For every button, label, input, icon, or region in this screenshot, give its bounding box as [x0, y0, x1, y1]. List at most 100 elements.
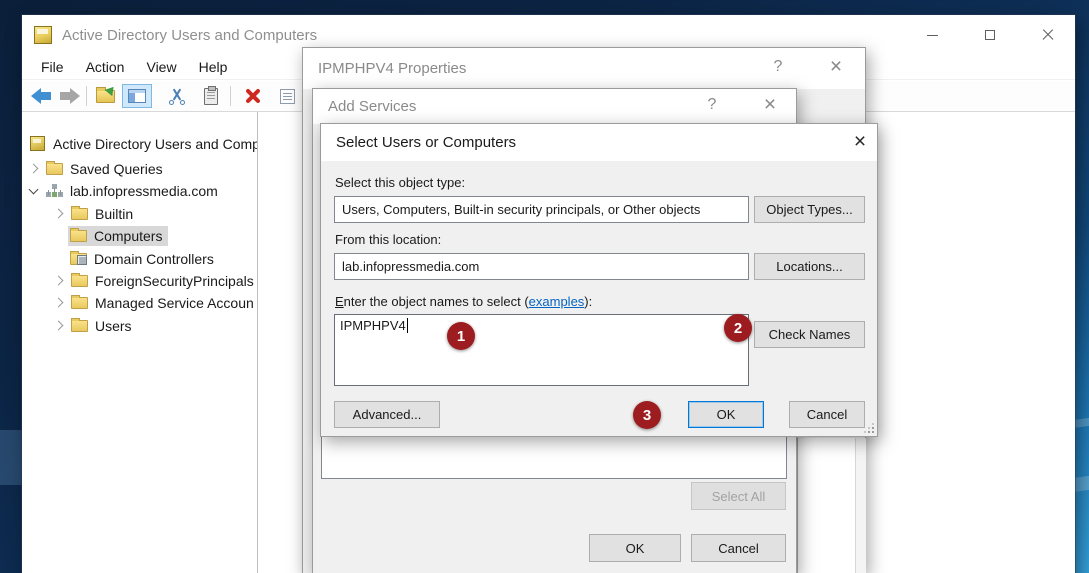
tree-label: lab.infopressmedia.com — [70, 182, 218, 199]
from-location-label: From this location: — [335, 232, 442, 247]
tree-item-users[interactable]: Users — [53, 315, 132, 336]
ok-button[interactable]: OK — [589, 534, 681, 562]
properties-list-button[interactable] — [274, 84, 300, 108]
tree-label: Builtin — [95, 205, 134, 222]
cancel-button[interactable]: Cancel — [789, 401, 865, 428]
menu-file[interactable]: File — [30, 59, 75, 75]
locations-button[interactable]: lab.infopressmedia.comLocations... — [754, 253, 865, 280]
up-folder-icon — [95, 83, 117, 103]
chevron-right-icon[interactable] — [28, 163, 39, 174]
folder-icon — [71, 272, 88, 287]
examples-link[interactable]: examples — [529, 294, 585, 309]
folder-icon — [46, 160, 63, 175]
console-app-icon — [34, 26, 52, 44]
properties-list-area — [797, 438, 855, 573]
toolbar-separator — [230, 86, 231, 106]
tree-label: Users — [95, 317, 132, 334]
resize-grip[interactable] — [865, 424, 874, 433]
paste-button[interactable] — [198, 84, 224, 108]
minimize-icon — [926, 34, 938, 36]
close-button[interactable]: × — [825, 56, 847, 77]
up-one-level-button[interactable] — [92, 83, 118, 108]
from-location-value: lab.infopressmedia.com — [342, 259, 480, 274]
menu-help[interactable]: Help — [188, 59, 239, 75]
tree-item-saved-queries[interactable]: Saved Queries — [28, 158, 163, 179]
maximize-icon — [985, 30, 995, 40]
window-title: Active Directory Users and Computers — [62, 26, 318, 44]
chevron-right-icon[interactable] — [53, 297, 64, 308]
tree-item-root[interactable]: Active Directory Users and Comp — [30, 133, 258, 154]
chevron-right-icon[interactable] — [53, 320, 64, 331]
close-icon — [1041, 28, 1055, 42]
select-users-dialog-titlebar[interactable]: Select Users or Computers — [321, 124, 877, 161]
cut-button[interactable] — [164, 84, 190, 108]
tree-label: Managed Service Accoun — [95, 294, 254, 311]
locations-button-label: Locations... — [776, 259, 843, 274]
tree-selection-highlight: Computers — [68, 225, 169, 246]
back-arrow-icon — [30, 88, 52, 104]
close-button[interactable] — [1025, 15, 1071, 55]
tree-label: Domain Controllers — [94, 250, 214, 267]
tree-item-computers[interactable]: Computers — [68, 225, 169, 246]
domain-icon — [46, 183, 63, 198]
object-names-label-suffix: ): — [584, 294, 593, 309]
tree-label: Computers — [94, 227, 163, 244]
object-names-label-text: nter the object names to select ( — [343, 294, 529, 309]
folder-icon — [71, 294, 88, 309]
tree-item-domain[interactable]: lab.infopressmedia.com — [28, 180, 218, 201]
help-button[interactable]: ? — [701, 96, 723, 114]
help-button[interactable]: ? — [767, 58, 789, 76]
object-type-field: Users, Computers, Built-in security prin… — [334, 196, 749, 223]
object-type-value: Users, Computers, Built-in security prin… — [342, 202, 701, 217]
tree-item-builtin[interactable]: Builtin — [53, 203, 134, 224]
tree-item-foreign-security-principals[interactable]: ForeignSecurityPrincipals — [53, 270, 254, 291]
close-button[interactable]: × — [759, 94, 781, 115]
callout-badge-2: 2 — [724, 314, 752, 342]
minimize-button[interactable] — [909, 15, 955, 55]
cancel-button[interactable]: Cancel — [691, 534, 786, 562]
properties-scrollbar[interactable] — [855, 438, 866, 573]
chevron-right-icon[interactable] — [53, 208, 64, 219]
tree-label: ForeignSecurityPrincipals — [95, 272, 254, 289]
menu-view[interactable]: View — [135, 59, 187, 75]
tree-item-domain-controllers[interactable]: Domain Controllers — [70, 248, 214, 269]
toolbar-separator — [86, 86, 87, 106]
desktop-light-patch — [0, 430, 22, 485]
add-services-dialog-titlebar[interactable]: Add Services — [313, 89, 796, 124]
properties-dialog-title: IPMPHPV4 Properties — [318, 60, 467, 77]
forward-button[interactable] — [56, 84, 82, 108]
folder-icon — [71, 205, 88, 220]
clipboard-icon — [204, 85, 218, 105]
from-location-field: lab.infopressmedia.com — [334, 253, 749, 280]
chevron-down-icon[interactable] — [28, 184, 39, 194]
scissors-icon — [168, 87, 186, 105]
object-names-label: Enter the object names to select (exampl… — [335, 294, 592, 309]
advanced-button[interactable]: Advanced... — [334, 401, 440, 428]
callout-badge-1: 1 — [447, 322, 475, 350]
menu-action[interactable]: Action — [75, 59, 136, 75]
folder-icon — [70, 227, 87, 242]
forward-arrow-icon — [59, 88, 80, 104]
ok-button[interactable]: OK — [688, 401, 764, 428]
object-types-button[interactable]: Object Types... — [754, 196, 865, 223]
tree-item-managed-service-accounts[interactable]: Managed Service Accoun — [53, 292, 254, 313]
maximize-button[interactable] — [967, 15, 1013, 55]
add-services-dialog-title: Add Services — [328, 98, 417, 115]
delete-button[interactable] — [240, 84, 266, 108]
object-names-label-accesskey: E — [335, 294, 344, 309]
chevron-right-icon[interactable] — [53, 275, 64, 286]
console-tree-pane: Active Directory Users and Comp Saved Qu… — [22, 112, 258, 573]
delete-x-icon — [244, 87, 262, 105]
list-icon — [279, 88, 295, 104]
back-button[interactable] — [28, 84, 54, 108]
select-users-dialog-title: Select Users or Computers — [336, 134, 517, 151]
check-names-button[interactable]: Check Names — [754, 321, 865, 348]
close-button[interactable]: × — [849, 131, 871, 152]
tree-label: Active Directory Users and Comp — [53, 135, 258, 152]
show-console-tree-button[interactable] — [122, 84, 152, 108]
text-caret — [406, 318, 408, 333]
callout-badge-3: 3 — [633, 401, 661, 429]
object-names-textarea[interactable]: IPMPHPV4 — [334, 314, 749, 386]
select-all-button[interactable]: Select All — [691, 482, 786, 510]
object-names-value: IPMPHPV4 — [340, 318, 406, 333]
